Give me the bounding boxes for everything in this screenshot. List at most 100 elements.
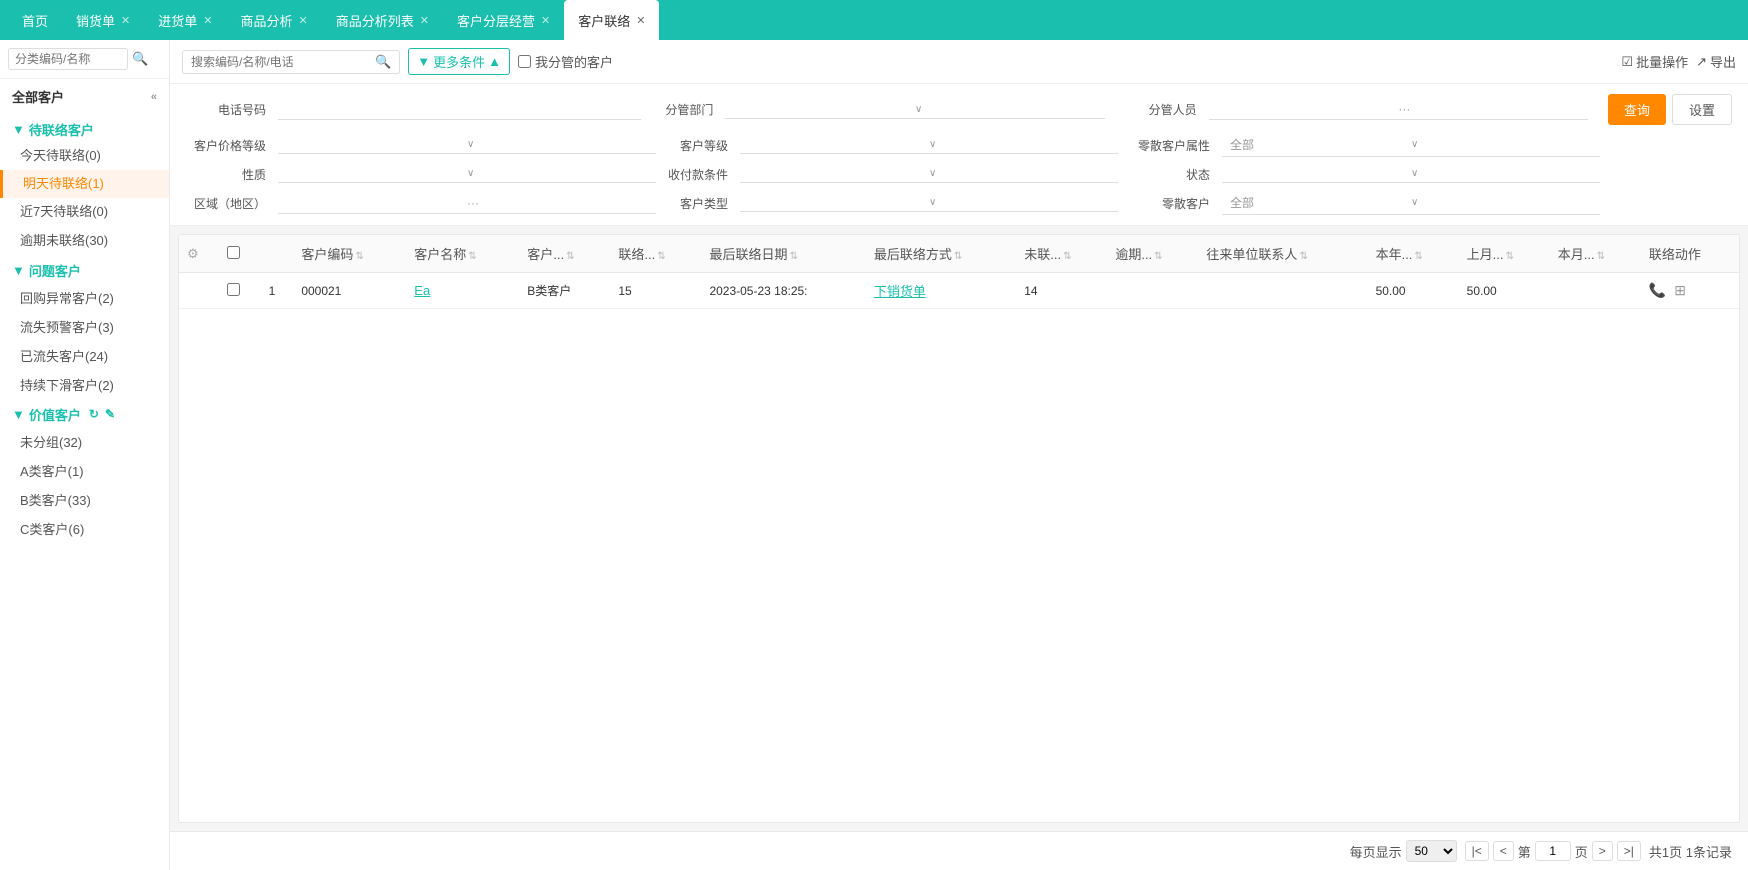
- select-status[interactable]: ∨: [1222, 165, 1600, 183]
- sidebar-churn-warning[interactable]: 流失预警客户(3): [0, 312, 169, 341]
- cell-name[interactable]: Ea: [406, 273, 519, 309]
- col-name[interactable]: 客户名称⇅: [406, 235, 519, 273]
- row-checkbox[interactable]: [227, 283, 240, 296]
- sort-name[interactable]: ⇅: [468, 251, 476, 262]
- select-region[interactable]: ···: [278, 193, 656, 214]
- value-refresh-icon[interactable]: ↻: [89, 407, 99, 421]
- first-page-btn[interactable]: |<: [1465, 841, 1489, 861]
- nav-purchase[interactable]: 进货单 ✕: [144, 0, 226, 40]
- nav-product-list[interactable]: 商品分析列表 ✕: [322, 0, 443, 40]
- next-page-btn[interactable]: >: [1592, 841, 1613, 861]
- sort-code[interactable]: ⇅: [355, 251, 363, 262]
- sort-contacts[interactable]: ⇅: [1299, 251, 1307, 262]
- select-payment[interactable]: ∨: [740, 165, 1118, 183]
- export-btn[interactable]: ↗ 导出: [1696, 52, 1736, 71]
- sidebar-ungrouped[interactable]: 未分组(32): [0, 427, 169, 456]
- nav-purchase-close[interactable]: ✕: [203, 14, 212, 27]
- prev-page-btn[interactable]: <: [1493, 841, 1514, 861]
- sidebar-declining[interactable]: 持续下滑客户(2): [0, 370, 169, 399]
- sidebar-today[interactable]: 今天待联络(0): [0, 142, 169, 170]
- nav-customer-tier[interactable]: 客户分层经营 ✕: [443, 0, 564, 40]
- col-setting[interactable]: ⚙: [179, 235, 219, 273]
- col-type[interactable]: 客户...⇅: [519, 235, 610, 273]
- cell-last-method[interactable]: 下销货单: [866, 273, 1016, 309]
- col-this-year[interactable]: 本年...⇅: [1368, 235, 1459, 273]
- select-customer-grade[interactable]: ∨: [740, 136, 1118, 154]
- cell-last-month: 50.00: [1459, 273, 1550, 309]
- sort-no-contact[interactable]: ⇅: [1063, 251, 1071, 262]
- batch-btn[interactable]: ☑ 批量操作: [1621, 52, 1688, 71]
- sort-type[interactable]: ⇅: [566, 251, 574, 262]
- sidebar-churned[interactable]: 已流失客户(24): [0, 341, 169, 370]
- select-customer-type[interactable]: ∨: [740, 194, 1118, 212]
- sidebar-tomorrow[interactable]: 明天待联络(1): [0, 170, 169, 198]
- sidebar-collapse-icon[interactable]: «: [151, 91, 157, 103]
- col-last-date[interactable]: 最后联络日期⇅: [701, 235, 865, 273]
- reset-btn[interactable]: 设置: [1672, 94, 1732, 125]
- nav-customer-contact[interactable]: 客户联络 ✕: [564, 0, 659, 40]
- col-overdue[interactable]: 逾期...⇅: [1107, 235, 1198, 273]
- col-contact[interactable]: 联络...⇅: [610, 235, 701, 273]
- nav-home[interactable]: 首页: [8, 0, 62, 40]
- col-no-contact[interactable]: 未联...⇅: [1016, 235, 1107, 273]
- my-customers-checkbox-label[interactable]: 我分管的客户: [518, 52, 613, 71]
- page-size-select[interactable]: 每页显示 20 50 100: [1350, 840, 1457, 862]
- sidebar-class-c[interactable]: C类客户(6): [0, 514, 169, 543]
- sort-last-date[interactable]: ⇅: [789, 251, 797, 262]
- col-checkbox[interactable]: [219, 235, 261, 273]
- nav-product-analysis[interactable]: 商品分析 ✕: [226, 0, 321, 40]
- sidebar-search-icon[interactable]: 🔍: [132, 51, 148, 67]
- select-dept[interactable]: ∨: [725, 101, 1104, 119]
- my-customers-checkbox[interactable]: [518, 55, 531, 68]
- sidebar-7days[interactable]: 近7天待联络(0): [0, 198, 169, 226]
- query-btn[interactable]: 查询: [1608, 94, 1666, 125]
- search-input[interactable]: [191, 55, 371, 69]
- phone-input[interactable]: [278, 102, 641, 116]
- manager-ellipsis[interactable]: ···: [1398, 102, 1580, 116]
- page-number-input[interactable]: [1535, 841, 1571, 861]
- select-price-grade[interactable]: ∨: [278, 136, 656, 154]
- sort-this-year[interactable]: ⇅: [1414, 251, 1422, 262]
- col-last-method[interactable]: 最后联络方式⇅: [866, 235, 1016, 273]
- nav-tier-close[interactable]: ✕: [541, 14, 550, 27]
- sidebar-all-customers[interactable]: 全部客户 «: [0, 79, 169, 114]
- col-type-label: 客户...: [527, 247, 564, 262]
- value-edit-icon[interactable]: ✎: [105, 407, 115, 421]
- sidebar-search-input[interactable]: [8, 48, 128, 70]
- sort-this-month[interactable]: ⇅: [1597, 251, 1605, 262]
- gear-icon[interactable]: ⚙: [187, 246, 199, 261]
- nav-product-close[interactable]: ✕: [299, 14, 308, 27]
- select-all-checkbox[interactable]: [227, 246, 240, 259]
- search-icon[interactable]: 🔍: [375, 54, 391, 70]
- sidebar-class-b[interactable]: B类客户(33): [0, 485, 169, 514]
- sidebar-repurchase-anomaly[interactable]: 回购异常客户(2): [0, 283, 169, 312]
- action-grid-icon[interactable]: ⊞: [1674, 282, 1686, 299]
- page-size-dropdown[interactable]: 20 50 100: [1406, 840, 1457, 862]
- col-code[interactable]: 客户编码⇅: [293, 235, 406, 273]
- sort-overdue[interactable]: ⇅: [1154, 251, 1162, 262]
- nav-contact-close[interactable]: ✕: [636, 14, 645, 27]
- sidebar-overdue[interactable]: 逾期未联络(30): [0, 227, 169, 255]
- sidebar-class-a[interactable]: A类客户(1): [0, 456, 169, 485]
- select-manager[interactable]: ···: [1209, 99, 1588, 120]
- select-nature[interactable]: ∨: [278, 165, 656, 183]
- sort-last-month[interactable]: ⇅: [1506, 251, 1514, 262]
- input-phone[interactable]: [278, 99, 641, 120]
- col-last-month[interactable]: 上月...⇅: [1459, 235, 1550, 273]
- last-method-link[interactable]: 下销货单: [874, 284, 926, 299]
- last-page-btn[interactable]: >|: [1617, 841, 1641, 861]
- region-ellipsis[interactable]: ···: [467, 196, 648, 210]
- filter-more-btn[interactable]: ▼ 更多条件 ▲: [408, 48, 510, 75]
- action-phone-icon[interactable]: 📞: [1649, 282, 1666, 299]
- sort-contact[interactable]: ⇅: [657, 251, 665, 262]
- customer-name-link[interactable]: Ea: [414, 283, 430, 298]
- nav-sales[interactable]: 销货单 ✕: [62, 0, 144, 40]
- cell-checkbox[interactable]: [219, 273, 261, 309]
- sort-last-method[interactable]: ⇅: [954, 251, 962, 262]
- nav-product-list-close[interactable]: ✕: [420, 14, 429, 27]
- nav-sales-close[interactable]: ✕: [121, 14, 130, 27]
- select-retail[interactable]: 全部 ∨: [1222, 191, 1600, 215]
- select-retail-attr[interactable]: 全部 ∨: [1222, 133, 1600, 157]
- col-this-month[interactable]: 本月...⇅: [1550, 235, 1641, 273]
- col-contacts[interactable]: 往来单位联系人⇅: [1198, 235, 1367, 273]
